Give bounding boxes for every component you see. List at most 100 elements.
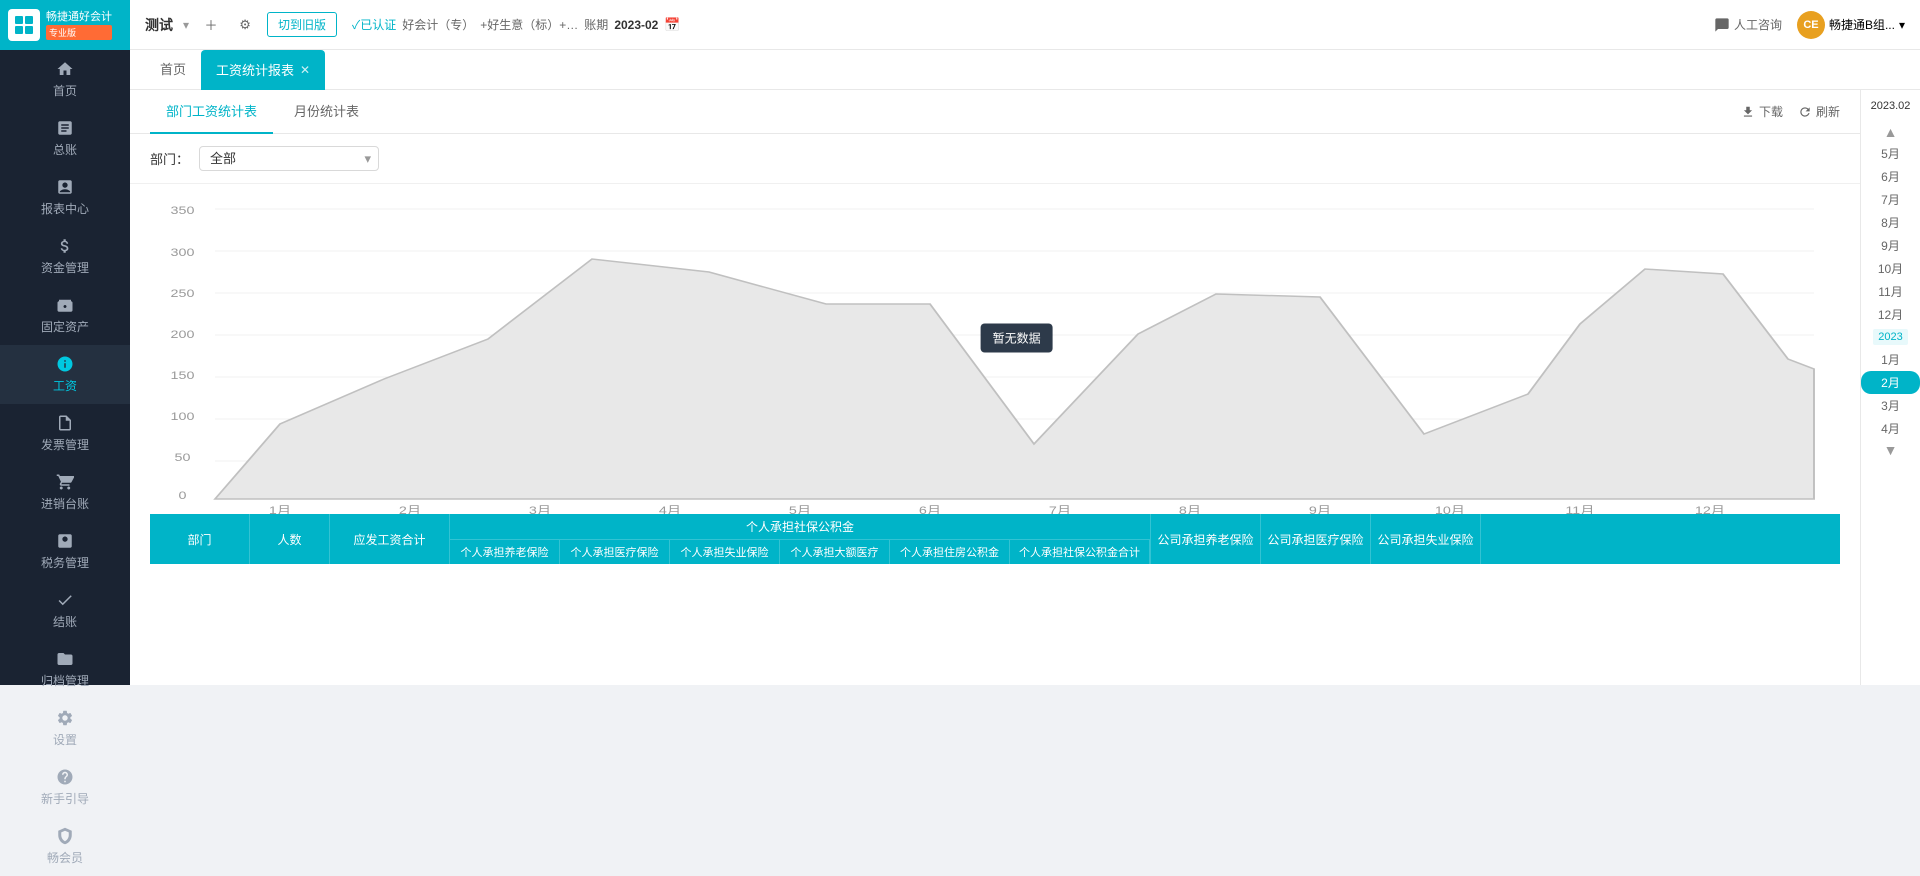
dept-filter-select[interactable]: 全部 销售部 财务部 人事部 技术部 <box>199 146 379 171</box>
tab-home[interactable]: 首页 <box>145 50 201 90</box>
sidebar-item-home[interactable]: 首页 <box>0 50 130 109</box>
subtab-monthly[interactable]: 月份统计表 <box>278 90 375 134</box>
tab-payroll-report[interactable]: 工资统计报表 ✕ <box>201 50 325 90</box>
month-5-label: 5月 <box>1881 147 1900 161</box>
chart-area-path <box>215 259 1814 499</box>
th-unemployment: 个人承担失业保险 <box>670 540 780 564</box>
right-date-panel: 2023.02 ▲ 5月 6月 7月 8月 9月 10月 11月 <box>1860 90 1920 685</box>
date-display[interactable]: 2023.02 <box>1871 100 1911 112</box>
sidebar-item-archive[interactable]: 归档管理 <box>0 640 130 699</box>
sidebar-item-assets[interactable]: 固定资产 <box>0 286 130 345</box>
month-10[interactable]: 10月 <box>1861 257 1920 280</box>
th-social-group: 个人承担社保公积金 个人承担养老保险 个人承担医疗保险 个人承担失业保险 个人承… <box>450 514 1151 564</box>
svg-text:150: 150 <box>171 369 195 382</box>
month-9[interactable]: 9月 <box>1861 234 1920 257</box>
month-7-label: 7月 <box>1881 193 1900 207</box>
sidebar-label-payroll: 工资 <box>53 377 77 394</box>
sidebar-item-tax[interactable]: 税务管理 <box>0 522 130 581</box>
sidebar-label-purchase: 进销台账 <box>41 495 89 512</box>
th-housing-fund: 个人承担住房公积金 <box>890 540 1010 564</box>
sidebar-item-funds[interactable]: 资金管理 <box>0 227 130 286</box>
tab-close-button[interactable]: ✕ <box>300 63 310 77</box>
month-4-label: 4月 <box>1881 422 1900 436</box>
user-menu[interactable]: CE 畅捷通B组... ▾ <box>1797 11 1905 39</box>
sidebar-item-settings[interactable]: 设置 <box>0 699 130 758</box>
svg-text:11月: 11月 <box>1565 504 1594 514</box>
tag2: +好生意（标）+… <box>480 16 578 33</box>
chart-svg: 350 300 250 200 150 100 50 0 <box>150 194 1840 514</box>
period-value: 2023-02 <box>614 18 658 32</box>
month-2[interactable]: 2月 <box>1861 371 1920 394</box>
download-button[interactable]: 下载 <box>1741 103 1783 120</box>
th-group-label: 个人承担社保公积金 <box>450 514 1150 540</box>
svg-text:100: 100 <box>171 410 195 423</box>
month-8[interactable]: 8月 <box>1861 211 1920 234</box>
dept-filter-wrap: 全部 销售部 财务部 人事部 技术部 <box>199 146 379 171</box>
th-major-medical: 个人承担大额医疗 <box>780 540 890 564</box>
sidebar-label-settings: 设置 <box>53 731 77 748</box>
subtab-dept[interactable]: 部门工资统计表 <box>150 90 273 134</box>
sidebar-label-tax: 税务管理 <box>41 554 89 571</box>
sidebar-item-payroll[interactable]: 工资 <box>0 345 130 404</box>
sidebar-label-member: 畅会员 <box>47 849 83 866</box>
month-11[interactable]: 11月 <box>1861 280 1920 303</box>
month-3[interactable]: 3月 <box>1861 394 1920 417</box>
subtabs: 部门工资统计表 月份统计表 下载 刷新 <box>130 90 1860 134</box>
month-1[interactable]: 1月 <box>1861 348 1920 371</box>
calendar-icon[interactable]: 📅 <box>664 17 680 33</box>
sidebar-item-invoice[interactable]: 发票管理 <box>0 404 130 463</box>
month-7[interactable]: 7月 <box>1861 188 1920 211</box>
sidebar-item-guide[interactable]: 新手引导 <box>0 758 130 817</box>
subtab-monthly-label: 月份统计表 <box>294 101 359 120</box>
sidebar-item-closing[interactable]: 结账 <box>0 581 130 640</box>
svg-text:250: 250 <box>171 287 195 300</box>
date-nav-down[interactable]: ▼ <box>1875 440 1907 460</box>
year-2023-label[interactable]: 2023 <box>1873 329 1907 345</box>
refresh-label: 刷新 <box>1816 103 1840 120</box>
month-6[interactable]: 6月 <box>1861 165 1920 188</box>
sidebar-item-ledger[interactable]: 总账 <box>0 109 130 168</box>
month-10-label: 10月 <box>1878 262 1903 276</box>
svg-text:8月: 8月 <box>1179 504 1201 514</box>
app-badge: 专业版 <box>46 25 112 40</box>
sidebar-label-funds: 资金管理 <box>41 259 89 276</box>
th-company-pension: 公司承担养老保险 <box>1151 514 1261 564</box>
topbar-right: 人工咨询 CE 畅捷通B组... ▾ <box>1714 11 1905 39</box>
sidebar-item-purchase[interactable]: 进销台账 <box>0 463 130 522</box>
service-button[interactable]: 人工咨询 <box>1714 16 1782 33</box>
month-12[interactable]: 12月 <box>1861 303 1920 326</box>
sidebar-label-reports: 报表中心 <box>41 200 89 217</box>
svg-text:2月: 2月 <box>399 504 421 514</box>
settings-button[interactable]: ⚙ <box>233 13 257 37</box>
month-5[interactable]: 5月 <box>1861 142 1920 165</box>
th-medical: 个人承担医疗保险 <box>560 540 670 564</box>
month-9-label: 9月 <box>1881 239 1900 253</box>
svg-text:4月: 4月 <box>659 504 681 514</box>
sidebar-item-reports[interactable]: 报表中心 <box>0 168 130 227</box>
month-4[interactable]: 4月 <box>1861 417 1920 440</box>
th-headcount: 人数 <box>250 514 330 564</box>
svg-text:1月: 1月 <box>269 504 291 514</box>
dropdown-arrow[interactable]: ▾ <box>183 18 189 32</box>
sidebar-label-ledger: 总账 <box>53 141 77 158</box>
add-button[interactable]: ＋ <box>199 13 223 37</box>
topbar: 测试 ▾ ＋ ⚙ 切到旧版 ✓已认证 好会计（专） +好生意（标）+… 账期 2… <box>130 0 1920 50</box>
svg-text:9月: 9月 <box>1309 504 1331 514</box>
svg-text:3月: 3月 <box>529 504 551 514</box>
main-content: 测试 ▾ ＋ ⚙ 切到旧版 ✓已认证 好会计（专） +好生意（标）+… 账期 2… <box>130 0 1920 685</box>
th-dept: 部门 <box>150 514 250 564</box>
table-header: 部门 人数 应发工资合计 个人承担社保公积金 个人承担养老保险 个人承担医疗保险… <box>150 514 1840 564</box>
month-3-label: 3月 <box>1881 399 1900 413</box>
user-name: 畅捷通B组... <box>1829 16 1895 33</box>
date-input-area: 2023.02 <box>1861 95 1920 122</box>
date-nav-up[interactable]: ▲ <box>1875 122 1907 142</box>
svg-text:10月: 10月 <box>1435 504 1465 514</box>
refresh-button[interactable]: 刷新 <box>1798 103 1840 120</box>
svg-text:5月: 5月 <box>789 504 811 514</box>
service-label: 人工咨询 <box>1734 16 1782 33</box>
sidebar-item-member[interactable]: 畅会员 <box>0 817 130 876</box>
svg-text:300: 300 <box>171 246 195 259</box>
user-dropdown-arrow: ▾ <box>1899 18 1905 32</box>
chart-tooltip: 暂无数据 <box>981 324 1053 353</box>
switch-version-button[interactable]: 切到旧版 <box>267 12 337 37</box>
